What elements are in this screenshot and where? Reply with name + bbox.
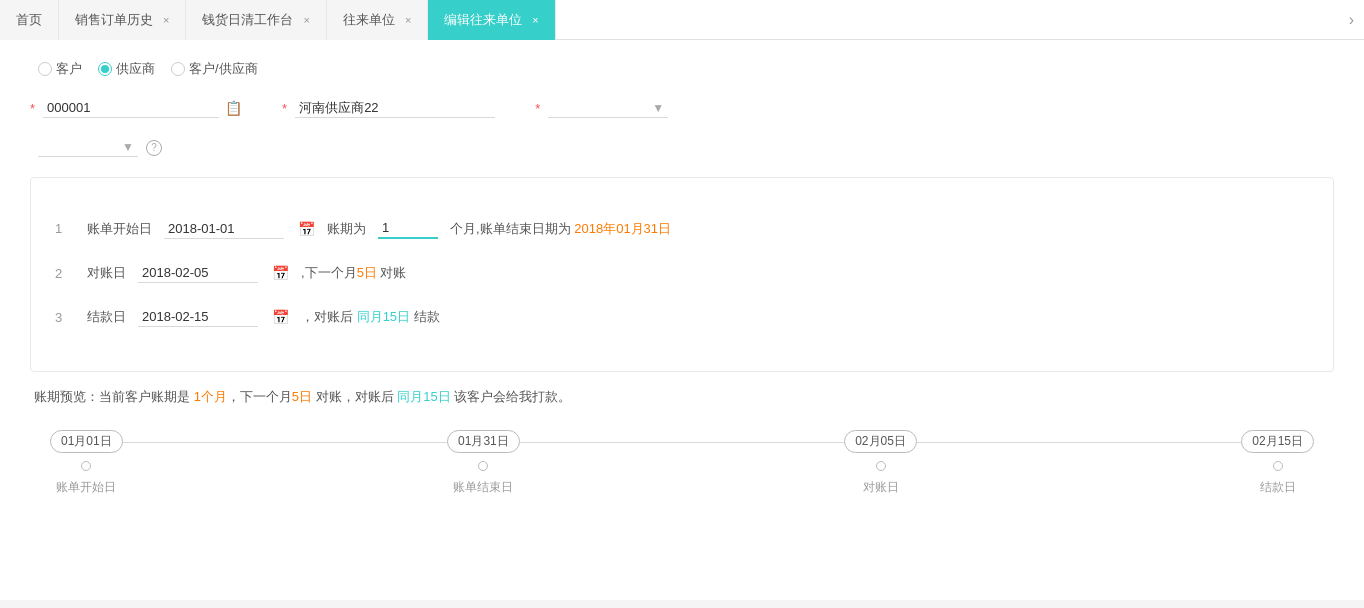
tab-close-partner[interactable]: × [405, 14, 411, 26]
calendar-icon-3[interactable]: 📅 [272, 309, 289, 325]
preview-row: 账期预览：当前客户账期是 1个月，下一个月5日 对账，对账后 同月15日 该客户… [30, 388, 1334, 406]
tl-label-0: 账单开始日 [56, 479, 116, 496]
unit-name-group [282, 98, 495, 118]
preview-payment-day: 同月15日 [397, 389, 450, 404]
unit-category-group: ▼ [535, 99, 668, 118]
radio-circle-2 [171, 62, 185, 76]
tab-edit-partner[interactable]: 编辑往来单位× [428, 0, 555, 40]
period-desc-2: ,下一个月5日 对账 [301, 264, 406, 282]
payment-date-input[interactable] [138, 307, 258, 327]
timeline-point-2: 02月05日对账日 [844, 430, 917, 496]
period-num-2: 2 [55, 266, 75, 281]
unit-name-label [282, 101, 287, 116]
unit-code-input[interactable] [43, 98, 219, 118]
unit-type-row: 客户 供应商 客户/供应商 [30, 60, 1334, 78]
tabs-bar: 首页销售订单历史×钱货日清工作台×往来单位×编辑往来单位× › [0, 0, 1364, 40]
tab-home[interactable]: 首页 [0, 0, 59, 40]
tab-close-cash-work[interactable]: × [303, 14, 309, 26]
help-icon[interactable]: ? [146, 140, 162, 156]
tl-date-2: 02月05日 [844, 430, 917, 453]
timeline-point-1: 01月31日账单结束日 [447, 430, 520, 496]
tab-close-edit-partner[interactable]: × [532, 14, 538, 26]
radio-group: 客户 供应商 客户/供应商 [38, 60, 258, 78]
unit-category-label [535, 101, 540, 116]
preview-months: 1个月 [194, 389, 227, 404]
tab-scroll-arrow[interactable]: › [1339, 0, 1364, 40]
timeline-points: 01月01日账单开始日 01月31日账单结束日 02月05日对账日 02月15日结款日 [50, 430, 1314, 496]
radio-option-0[interactable]: 客户 [38, 60, 82, 78]
fields-row: 📋 ▼ [30, 98, 1334, 118]
unit-name-input[interactable] [295, 98, 495, 118]
radio-label-1: 供应商 [116, 60, 155, 78]
period-desc-3: ，对账后 同月15日 结款 [301, 308, 440, 326]
calendar-icon-1[interactable]: 📅 [298, 221, 315, 237]
preview-day: 5日 [292, 389, 312, 404]
radio-label-0: 客户 [56, 60, 82, 78]
reconcile-date-input[interactable] [138, 263, 258, 283]
payment-row: ▼ ? [30, 138, 1334, 157]
period-row-3: 3 结款日 📅 ，对账后 同月15日 结款 [55, 307, 1309, 327]
tl-dot-1 [478, 461, 488, 471]
period-label-2: 对账日 [87, 264, 126, 282]
period-num-1: 1 [55, 221, 75, 236]
period-num-3: 3 [55, 310, 75, 325]
tl-dot-0 [81, 461, 91, 471]
radio-label-2: 客户/供应商 [189, 60, 258, 78]
page-content: 客户 供应商 客户/供应商 📋 ▼ ▼ ? [0, 40, 1364, 600]
unit-code-label [30, 101, 35, 116]
radio-option-2[interactable]: 客户/供应商 [171, 60, 258, 78]
period-desc-1b: 个月,账单结束日期为 2018年01月31日 [450, 220, 671, 238]
calendar-icon-2[interactable]: 📅 [272, 265, 289, 281]
period-desc-1a: 账期为 [327, 220, 366, 238]
tl-dot-2 [876, 461, 886, 471]
payment-dropdown[interactable]: ▼ [38, 138, 138, 157]
chevron-down-icon: ▼ [652, 101, 664, 115]
tl-date-3: 02月15日 [1241, 430, 1314, 453]
tab-sales-history[interactable]: 销售订单历史× [59, 0, 186, 40]
chevron-down-icon2: ▼ [122, 140, 134, 154]
tab-partner[interactable]: 往来单位× [327, 0, 428, 40]
radio-circle-0 [38, 62, 52, 76]
tl-date-1: 01月31日 [447, 430, 520, 453]
timeline-point-0: 01月01日账单开始日 [50, 430, 123, 496]
unit-category-dropdown[interactable]: ▼ [548, 99, 668, 118]
tl-label-3: 结款日 [1260, 479, 1296, 496]
copy-icon[interactable]: 📋 [225, 100, 242, 116]
unit-code-group: 📋 [30, 98, 242, 118]
radio-circle-1 [98, 62, 112, 76]
radio-option-1[interactable]: 供应商 [98, 60, 155, 78]
period-label-1: 账单开始日 [87, 220, 152, 238]
period-label-3: 结款日 [87, 308, 126, 326]
timeline-point-3: 02月15日结款日 [1241, 430, 1314, 496]
tl-label-2: 对账日 [863, 479, 899, 496]
tl-dot-3 [1273, 461, 1283, 471]
period-box: 1 账单开始日 📅 账期为 个月,账单结束日期为 2018年01月31日 2 对… [30, 177, 1334, 372]
period-months-input[interactable] [378, 218, 438, 239]
tab-cash-work[interactable]: 钱货日清工作台× [186, 0, 326, 40]
tl-date-0: 01月01日 [50, 430, 123, 453]
timeline: 01月01日账单开始日 01月31日账单结束日 02月05日对账日 02月15日结款日 [30, 430, 1334, 496]
tab-close-sales-history[interactable]: × [163, 14, 169, 26]
start-date-input[interactable] [164, 219, 284, 239]
period-row-1: 1 账单开始日 📅 账期为 个月,账单结束日期为 2018年01月31日 [55, 218, 1309, 239]
tl-label-1: 账单结束日 [453, 479, 513, 496]
period-row-2: 2 对账日 📅 ,下一个月5日 对账 [55, 263, 1309, 283]
